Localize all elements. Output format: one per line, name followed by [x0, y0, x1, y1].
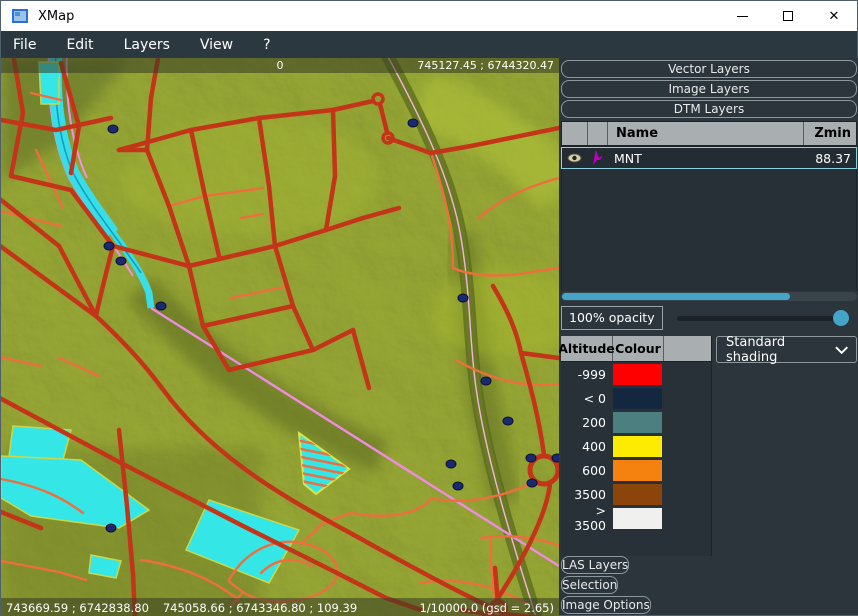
- altitude-section: Altitude Colour -999 < 0 200 400 600 350…: [558, 334, 857, 556]
- map-top-overlay: 0 745127.45 ; 6744320.47: [1, 58, 559, 73]
- map-angle-readout: 0: [276, 59, 284, 72]
- scrollbar-thumb[interactable]: [562, 293, 790, 300]
- app-window: XMap ✕ File Edit Layers View ? 0 745127.…: [0, 0, 858, 616]
- zmin-column-header: Zmin: [814, 126, 851, 141]
- altitude-value: -999: [577, 366, 606, 382]
- image-options-button[interactable]: Image Options: [561, 596, 651, 614]
- opacity-label: 100% opacity: [561, 306, 663, 330]
- altitude-row[interactable]: 200: [561, 410, 711, 434]
- table-row[interactable]: MNT 88.37: [561, 147, 857, 169]
- altitude-colour-table: Altitude Colour -999 < 0 200 400 600 350…: [558, 336, 712, 556]
- colour-swatch[interactable]: [613, 459, 662, 481]
- dtm-table-header: Name Zmin: [561, 121, 857, 147]
- status-coords-left: 743669.59 ; 6742838.80: [6, 600, 149, 615]
- altitude-value: 3500: [574, 486, 606, 502]
- chevron-down-icon: [834, 345, 848, 354]
- altitude-row[interactable]: -999: [561, 362, 711, 386]
- window-title: XMap: [38, 8, 75, 24]
- colour-swatch[interactable]: [613, 387, 662, 409]
- altitude-value: < 0: [583, 390, 606, 406]
- map-status-bar: 743669.59 ; 6742838.80 745058.66 ; 67433…: [1, 598, 559, 616]
- selection-button[interactable]: Selection: [561, 576, 619, 594]
- layer-list-empty-area[interactable]: [561, 169, 857, 291]
- altitude-table-header: Altitude Colour: [558, 336, 711, 362]
- menu-edit[interactable]: Edit: [51, 31, 108, 58]
- slider-track[interactable]: [676, 316, 847, 321]
- shading-selected-value: Standard shading: [726, 334, 786, 365]
- vector-layers-button[interactable]: Vector Layers: [561, 60, 857, 78]
- layers-panel: Vector Layers Image Layers DTM Layers Na…: [558, 58, 858, 615]
- maximize-icon: [783, 11, 793, 21]
- horizontal-scrollbar[interactable]: [561, 292, 857, 301]
- opacity-control: 100% opacity: [561, 306, 857, 330]
- slider-handle[interactable]: [833, 310, 849, 326]
- select-column-header: [588, 122, 608, 145]
- colour-swatch[interactable]: [613, 363, 662, 385]
- dtm-layers-table: Name Zmin MNT 88.37: [561, 121, 857, 304]
- menu-layers[interactable]: Layers: [109, 31, 185, 58]
- altitude-row[interactable]: > 3500: [561, 503, 711, 533]
- empty-column-header: [664, 336, 711, 361]
- menu-file[interactable]: File: [1, 31, 51, 58]
- app-icon: [12, 9, 28, 23]
- name-column-header: Name: [608, 122, 804, 145]
- opacity-slider[interactable]: [676, 310, 849, 326]
- layer-name: MNT: [614, 150, 642, 166]
- menu-view[interactable]: View: [185, 31, 248, 58]
- visibility-column-header: [562, 122, 588, 145]
- title-bar: XMap ✕: [1, 1, 857, 31]
- close-button[interactable]: ✕: [811, 1, 857, 31]
- colour-swatch[interactable]: [613, 411, 662, 433]
- altitude-row[interactable]: 600: [561, 458, 711, 482]
- minimize-button[interactable]: [719, 1, 765, 31]
- map-canvas[interactable]: [1, 58, 559, 616]
- colour-column-header: Colour: [613, 336, 664, 361]
- maximize-button[interactable]: [765, 1, 811, 31]
- dtm-layers-button[interactable]: DTM Layers: [561, 100, 857, 118]
- altitude-value: 400: [582, 438, 606, 454]
- cursor-icon: [592, 151, 602, 165]
- las-layers-button[interactable]: LAS Layers: [561, 556, 630, 574]
- altitude-value: 200: [582, 414, 606, 430]
- image-layers-button[interactable]: Image Layers: [561, 80, 857, 98]
- close-icon: ✕: [828, 8, 840, 24]
- colour-swatch[interactable]: [613, 435, 662, 457]
- menu-help[interactable]: ?: [248, 31, 285, 58]
- altitude-value: 600: [582, 462, 606, 478]
- map-viewport[interactable]: 0 745127.45 ; 6744320.47 743669.59 ; 674…: [1, 58, 559, 616]
- altitude-value: > 3500: [574, 503, 606, 533]
- colour-swatch[interactable]: [613, 507, 662, 529]
- colour-swatch[interactable]: [613, 483, 662, 505]
- altitude-row[interactable]: < 0: [561, 386, 711, 410]
- altitude-row[interactable]: 400: [561, 434, 711, 458]
- minimize-icon: [736, 15, 748, 17]
- altitude-column-header: Altitude: [558, 336, 615, 361]
- menu-bar: File Edit Layers View ?: [1, 31, 857, 58]
- shading-dropdown[interactable]: Standard shading: [716, 334, 857, 365]
- layer-zmin: 88.37: [815, 150, 851, 166]
- eye-icon[interactable]: [567, 153, 582, 163]
